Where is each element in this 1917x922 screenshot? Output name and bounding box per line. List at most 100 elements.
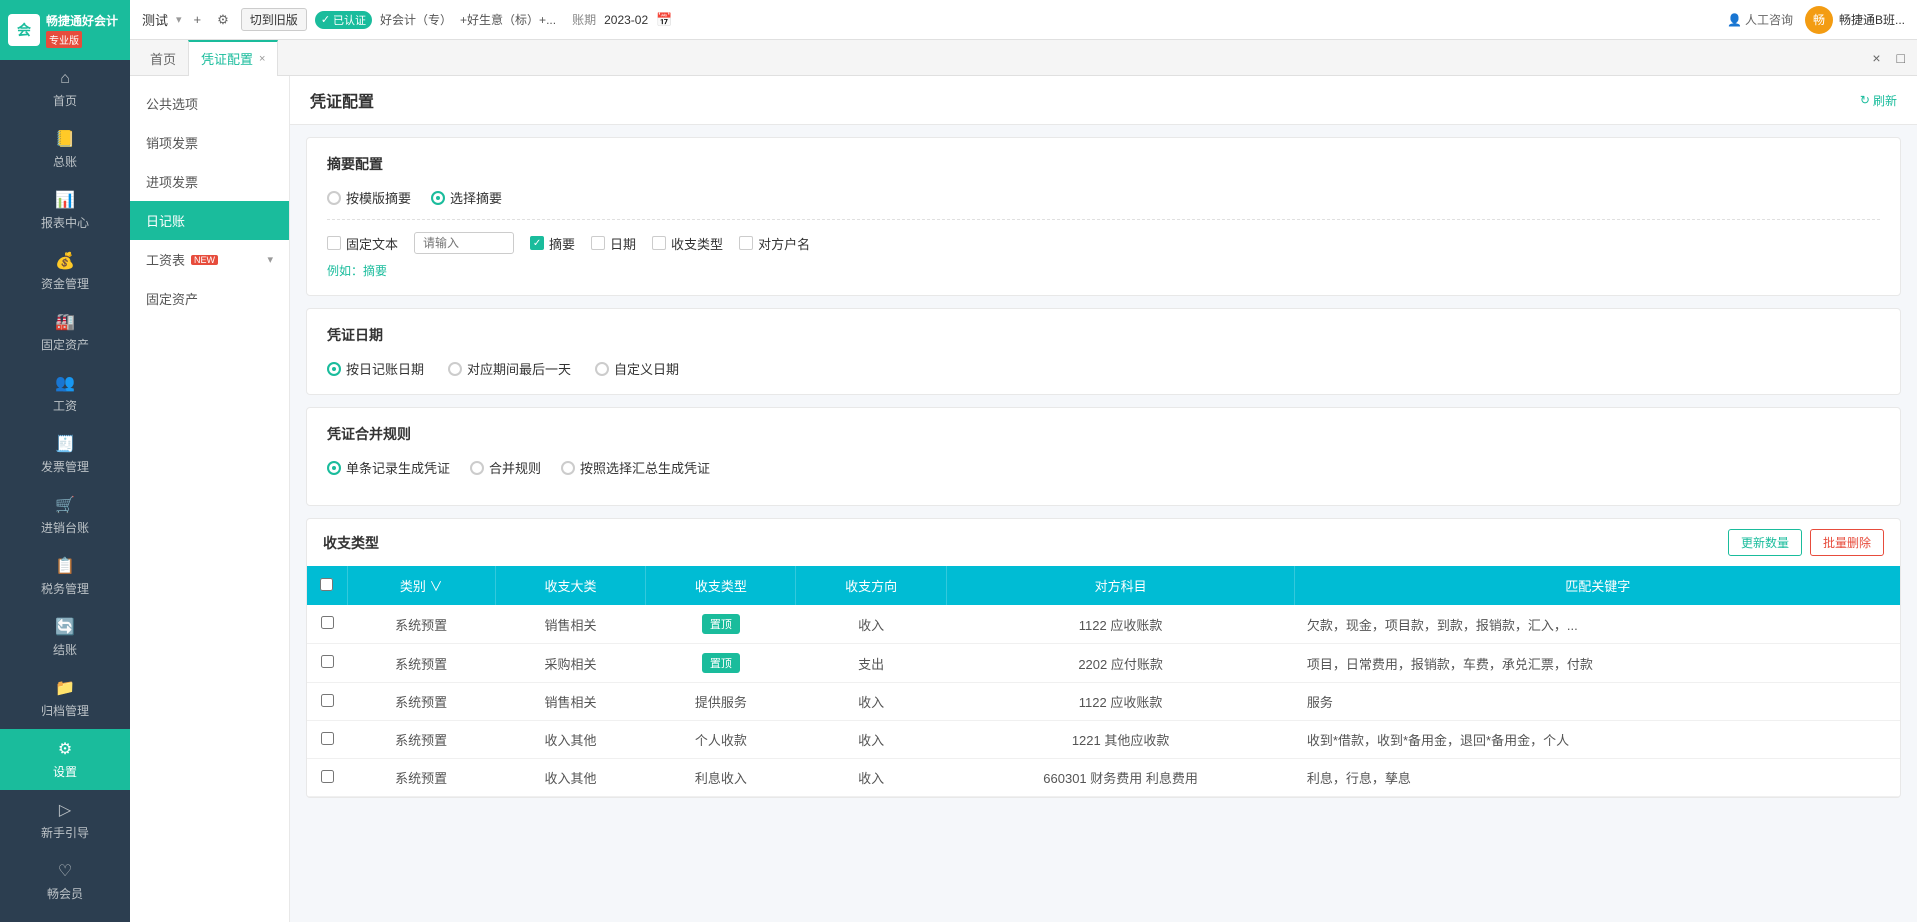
date-radio-last-day-label: 对应期间最后一天 (467, 359, 571, 378)
checkbox-summary[interactable]: ✓ 摘要 (530, 234, 575, 253)
checkbox-date[interactable]: 日期 (591, 234, 636, 253)
left-nav-fixed-asset[interactable]: 固定资产 (130, 279, 289, 318)
row-category: 系统预置 (347, 644, 495, 683)
radio-circle-summary (561, 461, 575, 475)
row-keywords: 服务 (1295, 683, 1900, 721)
merge-radio-group: 单条记录生成凭证 合并规则 按照选择汇总生成凭证 (327, 458, 1880, 477)
radio-circle-template (327, 191, 341, 205)
summary-radio-select-label: 选择摘要 (450, 188, 502, 207)
sidebar-item-settle[interactable]: 🔄 结账 (0, 607, 130, 668)
income-expense-table: 类别 ∨ 收支大类 收支类型 收支方向 (307, 566, 1900, 797)
sidebar-item-purchase[interactable]: 🛒 进销台账 (0, 485, 130, 546)
row-direction: 支出 (796, 644, 946, 683)
row-counterpart: 2202 应付账款 (946, 644, 1295, 683)
sidebar-item-invoice[interactable]: 🧾 发票管理 (0, 424, 130, 485)
summary-radio-template[interactable]: 按模版摘要 (327, 188, 411, 207)
sidebar-item-guide[interactable]: ▷ 新手引导 (0, 790, 130, 851)
sidebar-item-ledger[interactable]: 📒 总账 (0, 119, 130, 180)
tab-voucher-config[interactable]: 凭证配置 × (188, 40, 278, 76)
pin-tag-button[interactable]: 置顶 (702, 653, 740, 673)
date-radio-last-day[interactable]: 对应期间最后一天 (448, 359, 571, 378)
row-checkbox-cell[interactable] (307, 644, 347, 683)
sidebar-item-home[interactable]: ⌂ 首页 (0, 60, 130, 119)
close-window-button[interactable]: × (1868, 48, 1884, 68)
sidebar-item-label: 工资 (53, 397, 77, 414)
date-radio-custom[interactable]: 自定义日期 (595, 359, 679, 378)
radio-circle-single (327, 461, 341, 475)
refresh-button[interactable]: ↻ 刷新 (1860, 92, 1897, 109)
product-label1: 好会计（专） (380, 11, 452, 28)
row-category: 系统预置 (347, 683, 495, 721)
table-row: 系统预置 销售相关 置顶 收入 1122 应收账款 欠款，现金，项目款，到款，报… (307, 605, 1900, 644)
archive-icon: 📁 (55, 678, 75, 698)
row-checkbox[interactable] (321, 770, 334, 783)
row-counterpart: 1122 应收账款 (946, 605, 1295, 644)
merge-radio-single[interactable]: 单条记录生成凭证 (327, 458, 450, 477)
row-checkbox[interactable] (321, 694, 334, 707)
sidebar-item-payroll[interactable]: 👥 工资 (0, 363, 130, 424)
row-checkbox[interactable] (321, 732, 334, 745)
tab-home[interactable]: 首页 (138, 40, 188, 76)
product-label2: +好生意（标）+... (460, 11, 556, 28)
checkbox-counterpart-name[interactable]: 对方户名 (739, 234, 810, 253)
maximize-window-button[interactable]: □ (1893, 48, 1909, 68)
certified-badge: ✓ 已认证 (315, 11, 372, 29)
company-chevron-icon[interactable]: ▾ (176, 13, 182, 26)
th-checkbox[interactable] (307, 566, 347, 605)
certified-check-icon: ✓ (321, 13, 330, 26)
row-checkbox-cell[interactable] (307, 605, 347, 644)
guide-icon: ▷ (59, 800, 71, 820)
fixed-text-input[interactable] (414, 232, 514, 254)
th-category[interactable]: 类别 ∨ (347, 566, 495, 605)
sidebar-item-settings[interactable]: ⚙ 设置 (0, 729, 130, 790)
summary-radio-select[interactable]: 选择摘要 (431, 188, 502, 207)
sidebar-item-label: 设置 (53, 763, 77, 780)
sidebar-item-assets[interactable]: 🏭 固定资产 (0, 302, 130, 363)
checkbox-income-type[interactable]: 收支类型 (652, 234, 723, 253)
batch-delete-button[interactable]: 批量删除 (1810, 529, 1884, 556)
row-counterpart: 660301 财务费用 利息费用 (946, 759, 1295, 797)
select-all-checkbox[interactable] (320, 578, 333, 591)
row-major-type: 采购相关 (495, 644, 645, 683)
period-label: 账期 (572, 11, 596, 28)
left-nav-payroll-table[interactable]: 工资表 NEW ▾ (130, 240, 289, 279)
user-menu[interactable]: 畅 畅捷通B班... (1805, 6, 1905, 34)
old-version-button[interactable]: 切到旧版 (241, 8, 307, 31)
help-button[interactable]: 👤 人工咨询 (1727, 11, 1793, 28)
tab-close-icon[interactable]: × (259, 53, 265, 65)
left-nav-purchase-inv[interactable]: 进项发票 (130, 162, 289, 201)
sidebar-item-funds[interactable]: 💰 资金管理 (0, 241, 130, 302)
merge-section-title: 凭证合并规则 (327, 424, 1880, 444)
left-nav-journal[interactable]: 日记账 (130, 201, 289, 240)
th-keywords-label: 匹配关键字 (1565, 579, 1630, 594)
add-button[interactable]: + (190, 10, 206, 29)
left-nav-sales[interactable]: 销项发票 (130, 123, 289, 162)
row-checkbox[interactable] (321, 616, 334, 629)
left-nav-public-label: 公共选项 (146, 94, 198, 113)
row-checkbox-cell[interactable] (307, 683, 347, 721)
date-radio-journal[interactable]: 按日记账日期 (327, 359, 424, 378)
sidebar-item-label: 税务管理 (41, 580, 89, 597)
sidebar-item-tax[interactable]: 📋 税务管理 (0, 546, 130, 607)
summary-radio-template-label: 按模版摘要 (346, 188, 411, 207)
left-nav-public[interactable]: 公共选项 (130, 84, 289, 123)
checkbox-fixed-text-box (327, 236, 341, 250)
row-keywords: 收到*借款，收到*备用金，退回*备用金，个人 (1295, 721, 1900, 759)
row-checkbox-cell[interactable] (307, 721, 347, 759)
update-count-button[interactable]: 更新数量 (1728, 529, 1802, 556)
row-direction: 收入 (796, 721, 946, 759)
checkbox-fixed-text[interactable]: 固定文本 (327, 234, 398, 253)
calendar-icon[interactable]: 📅 (656, 12, 672, 28)
checkbox-counterpart-name-label: 对方户名 (758, 234, 810, 253)
row-checkbox-cell[interactable] (307, 759, 347, 797)
merge-radio-summary[interactable]: 按照选择汇总生成凭证 (561, 458, 710, 477)
pin-tag-button[interactable]: 置顶 (702, 614, 740, 634)
tab-voucher-config-label: 凭证配置 (201, 49, 253, 68)
settings-gear-button[interactable]: ⚙ (213, 10, 233, 30)
sidebar-item-member[interactable]: ♡ 畅会员 (0, 851, 130, 912)
row-category: 系统预置 (347, 605, 495, 644)
sidebar-item-reports[interactable]: 📊 报表中心 (0, 180, 130, 241)
sidebar-item-archive[interactable]: 📁 归档管理 (0, 668, 130, 729)
merge-radio-rules[interactable]: 合并规则 (470, 458, 541, 477)
row-checkbox[interactable] (321, 655, 334, 668)
